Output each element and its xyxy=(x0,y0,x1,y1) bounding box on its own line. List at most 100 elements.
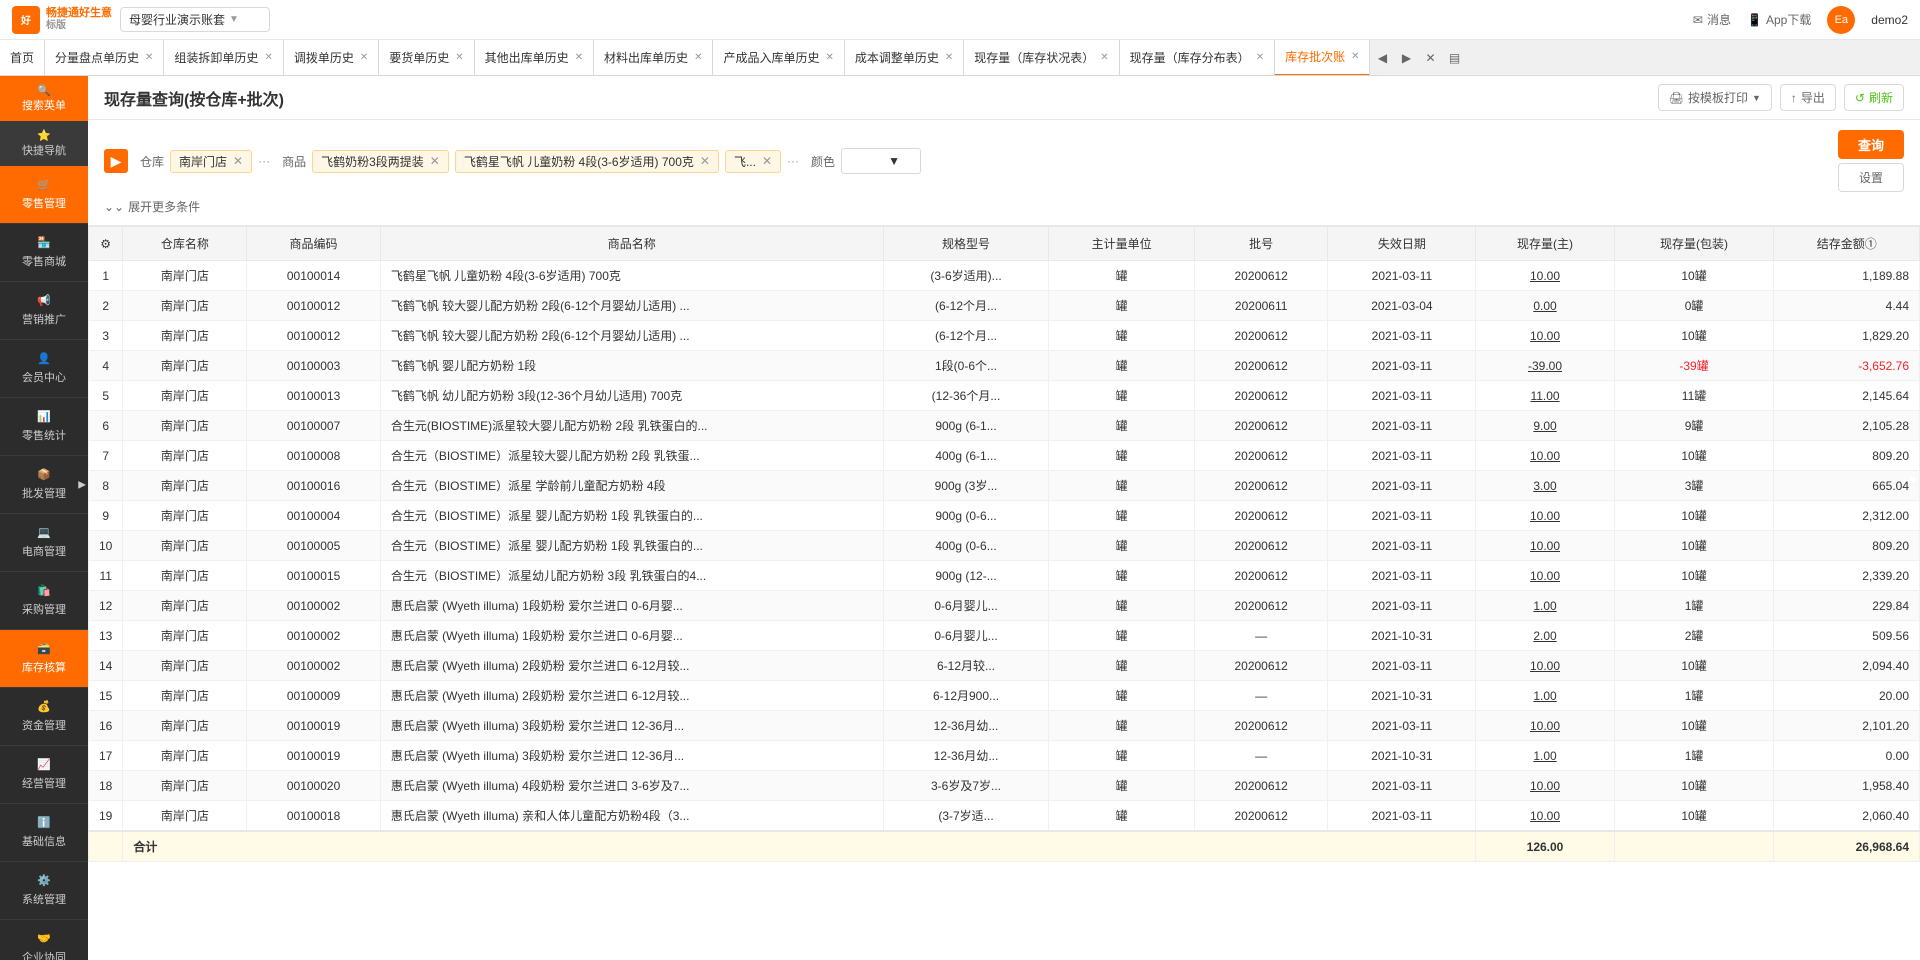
sidebar-item-marketing[interactable]: 📢 营销推广 xyxy=(0,282,88,340)
tab-product-in[interactable]: 产成品入库单历史 ✕ xyxy=(713,40,844,76)
close-icon[interactable]: ✕ xyxy=(945,52,953,63)
row-no: 14 xyxy=(89,651,123,681)
close-icon[interactable]: ✕ xyxy=(575,52,583,63)
refresh-button[interactable]: ↺ 刷新 xyxy=(1844,84,1904,111)
sidebar-item-quick[interactable]: ⭐ 快捷导航 xyxy=(0,121,88,166)
warehouse-filter: 仓库 南岸门店 ✕ ··· xyxy=(140,150,270,173)
app-download-btn[interactable]: 📱 App下载 xyxy=(1747,11,1811,28)
sidebar-item-purchase[interactable]: 🛍️ 采购管理 xyxy=(0,572,88,630)
row-qty-main[interactable]: 10.00 xyxy=(1476,261,1614,291)
close-icon[interactable]: ✕ xyxy=(264,52,272,63)
row-expire: 2021-03-11 xyxy=(1328,771,1476,801)
row-qty-main[interactable]: -39.00 xyxy=(1476,351,1614,381)
row-qty-main[interactable]: 10.00 xyxy=(1476,531,1614,561)
template-print-button[interactable]: 🖨 按模板打印 ▼ xyxy=(1658,84,1772,111)
tab-home[interactable]: 首页 xyxy=(0,40,45,76)
settings-button[interactable]: 设置 xyxy=(1838,163,1904,192)
sidebar-item-search[interactable]: 🔍 搜索英单 xyxy=(0,76,88,121)
row-qty-main[interactable]: 10.00 xyxy=(1476,441,1614,471)
tab-other-out[interactable]: 其他出库单历史 ✕ xyxy=(475,40,594,76)
row-warehouse: 南岸门店 xyxy=(123,681,247,711)
tab-tiao-bo[interactable]: 调拨单历史 ✕ xyxy=(284,40,379,76)
tab-cost-adj[interactable]: 成本调整单历史 ✕ xyxy=(845,40,964,76)
user-avatar[interactable]: Ea xyxy=(1827,6,1855,34)
sidebar-item-retail[interactable]: 🛒 零售管理 ▶ xyxy=(0,166,88,224)
sidebar-item-system[interactable]: ⚙️ 系统管理 xyxy=(0,862,88,920)
row-qty-main[interactable]: 10.00 xyxy=(1476,561,1614,591)
expand-arrow-btn[interactable]: ▶ xyxy=(104,149,128,173)
tab-material-out[interactable]: 材料出库单历史 ✕ xyxy=(594,40,713,76)
tab-yao-huo[interactable]: 要货单历史 ✕ xyxy=(379,40,474,76)
close-icon[interactable]: ✕ xyxy=(1100,52,1108,63)
row-qty-pkg: 10罐 xyxy=(1614,771,1774,801)
remove-warehouse-btn[interactable]: ✕ xyxy=(233,154,243,168)
remove-goods-tag-3-btn[interactable]: ✕ xyxy=(762,154,772,168)
message-btn[interactable]: ✉ 消息 xyxy=(1693,11,1731,28)
sidebar-item-finance[interactable]: 💰 资金管理 xyxy=(0,688,88,746)
row-qty-main[interactable]: 10.00 xyxy=(1476,711,1614,741)
close-icon[interactable]: ✕ xyxy=(360,52,368,63)
message-icon: ✉ xyxy=(1693,13,1703,27)
sidebar-item-enterprise[interactable]: 🤝 企业协同 xyxy=(0,920,88,960)
expand-more-btn[interactable]: ⌄⌄ 展开更多条件 xyxy=(104,198,1904,215)
tab-current-dist[interactable]: 现存量（库存分布表） ✕ xyxy=(1120,40,1275,76)
row-qty-main[interactable]: 10.00 xyxy=(1476,651,1614,681)
tab-zu-chai[interactable]: 组装拆卸单历史 ✕ xyxy=(164,40,283,76)
row-code: 00100012 xyxy=(247,291,381,321)
row-qty-main[interactable]: 0.00 xyxy=(1476,291,1614,321)
col-settings[interactable]: ⚙ xyxy=(89,227,123,261)
query-button[interactable]: 查询 xyxy=(1838,130,1904,159)
close-icon[interactable]: ✕ xyxy=(1351,51,1359,62)
color-dropdown[interactable]: ▼ xyxy=(841,148,921,174)
close-icon[interactable]: ✕ xyxy=(694,52,702,63)
remove-goods-tag-2-btn[interactable]: ✕ xyxy=(700,154,710,168)
remove-goods-tag-1-btn[interactable]: ✕ xyxy=(430,154,440,168)
tab-prev-btn[interactable]: ◀ xyxy=(1370,40,1394,76)
industry-selector[interactable]: 母婴行业演示账套 ▼ xyxy=(120,7,270,32)
close-icon[interactable]: ✕ xyxy=(1256,52,1264,63)
row-qty-main[interactable]: 9.00 xyxy=(1476,411,1614,441)
tab-close-btn[interactable]: ✕ xyxy=(1418,40,1442,76)
row-qty-main[interactable]: 1.00 xyxy=(1476,741,1614,771)
warehouse-more-btn[interactable]: ··· xyxy=(258,154,270,168)
sidebar-item-inventory[interactable]: 🗃️ 库存核算 xyxy=(0,630,88,688)
row-qty-main[interactable]: 3.00 xyxy=(1476,471,1614,501)
content-area: 现存量查询(按仓库+批次) 🖨 按模板打印 ▼ ↑ 导出 ↺ 刷新 xyxy=(88,76,1920,960)
row-batch: 20200612 xyxy=(1194,441,1328,471)
goods-more-btn[interactable]: ··· xyxy=(787,154,799,168)
sidebar-item-operations[interactable]: 📈 经营管理 xyxy=(0,746,88,804)
sidebar-item-basic[interactable]: ℹ️ 基础信息 xyxy=(0,804,88,862)
row-qty-main[interactable]: 10.00 xyxy=(1476,321,1614,351)
tab-menu-btn[interactable]: ▤ xyxy=(1442,40,1466,76)
row-expire: 2021-03-11 xyxy=(1328,441,1476,471)
row-name: 合生元(BIOSTIME)派星较大婴儿配方奶粉 2段 乳铁蛋白的... xyxy=(380,411,883,441)
row-batch: 20200612 xyxy=(1194,711,1328,741)
row-qty-main[interactable]: 1.00 xyxy=(1476,591,1614,621)
close-icon[interactable]: ✕ xyxy=(455,52,463,63)
tab-next-btn[interactable]: ▶ xyxy=(1394,40,1418,76)
row-expire: 2021-03-11 xyxy=(1328,471,1476,501)
row-qty-main[interactable]: 2.00 xyxy=(1476,621,1614,651)
row-qty-main[interactable]: 10.00 xyxy=(1476,801,1614,832)
row-qty-main[interactable]: 10.00 xyxy=(1476,771,1614,801)
sidebar-item-wholesale[interactable]: 📦 批发管理 ▶ xyxy=(0,456,88,514)
sidebar-item-member[interactable]: 👤 会员中心 xyxy=(0,340,88,398)
tab-batch-account[interactable]: 库存批次账 ✕ xyxy=(1275,40,1370,76)
tab-fen-pan[interactable]: 分量盘点单历史 ✕ xyxy=(45,40,164,76)
row-qty-main[interactable]: 11.00 xyxy=(1476,381,1614,411)
row-qty-main[interactable]: 1.00 xyxy=(1476,681,1614,711)
tab-current-status[interactable]: 现存量（库存状况表） ✕ xyxy=(964,40,1119,76)
row-unit: 罐 xyxy=(1049,291,1194,321)
user-name[interactable]: demo2 xyxy=(1871,13,1908,27)
row-warehouse: 南岸门店 xyxy=(123,651,247,681)
close-icon[interactable]: ✕ xyxy=(145,52,153,63)
close-icon[interactable]: ✕ xyxy=(825,52,833,63)
row-batch: 20200612 xyxy=(1194,561,1328,591)
sidebar-item-ecommerce[interactable]: 💻 电商管理 xyxy=(0,514,88,572)
sidebar-item-retail-stat[interactable]: 📊 零售统计 xyxy=(0,398,88,456)
row-expire: 2021-03-11 xyxy=(1328,651,1476,681)
sidebar-item-retail-mall[interactable]: 🏪 零售商城 xyxy=(0,224,88,282)
row-qty-main[interactable]: 10.00 xyxy=(1476,501,1614,531)
marketing-icon: 📢 xyxy=(37,294,51,307)
export-button[interactable]: ↑ 导出 xyxy=(1780,84,1836,111)
